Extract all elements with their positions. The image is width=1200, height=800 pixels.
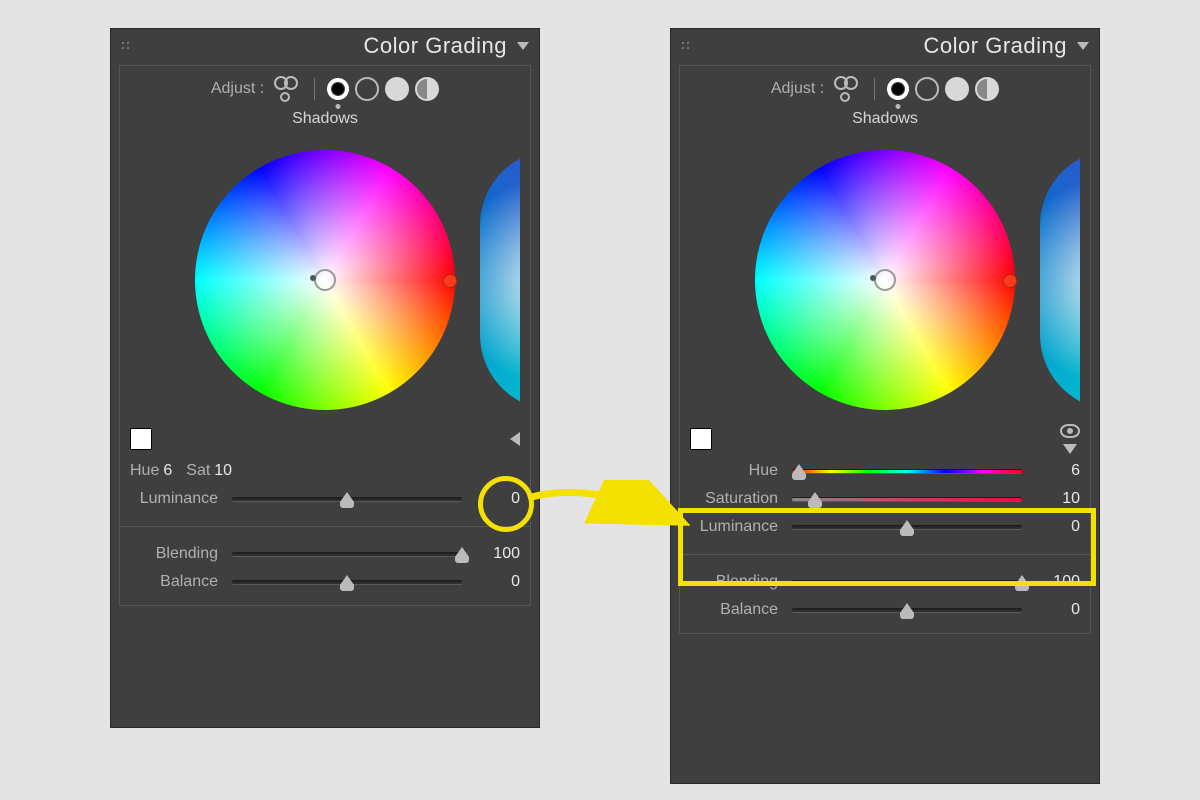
luminance-label: Luminance [130,490,218,508]
blending-label: Blending [690,573,778,591]
saturation-label: Saturation [690,490,778,508]
luminance-slider[interactable] [792,525,1022,530]
saturation-slider-row: Saturation 10 [690,490,1080,508]
luminance-value[interactable]: 0 [1036,518,1080,536]
color-grading-panel-expanded: Color Grading Adjust : Shadows [670,28,1100,784]
adjust-label: Adjust : [211,80,264,98]
tone-section-label: Shadows [130,110,520,128]
hue-slider-row: Hue 6 [690,462,1080,480]
adjust-mode-threeway-icon[interactable] [830,76,862,102]
next-wheel-peek[interactable] [1040,150,1080,410]
color-wheel[interactable] [755,150,1015,410]
tone-section-label: Shadows [690,110,1080,128]
collapse-sliders-icon[interactable] [1063,444,1077,454]
adjust-mode-shadows-icon[interactable] [327,78,349,100]
luminance-slider-row: Luminance 0 [130,490,520,508]
blending-value[interactable]: 100 [476,545,520,563]
color-wheel-area [690,140,1080,420]
adjust-mode-shadows-icon[interactable] [887,78,909,100]
adjust-mode-row: Adjust : [130,76,520,102]
hue-slider[interactable] [792,469,1022,474]
balance-slider-row: Balance 0 [130,573,520,591]
compact-sat-label: Sat [186,462,210,479]
color-wheel-area [130,140,520,420]
blending-slider[interactable] [232,552,462,557]
adjust-mode-row: Adjust : [690,76,1080,102]
balance-label: Balance [690,601,778,619]
panel-grip-icon[interactable] [121,41,131,51]
compact-sat-value[interactable]: 10 [214,462,232,479]
expand-sliders-icon[interactable] [510,432,520,446]
panel-collapse-icon[interactable] [517,42,529,50]
saturation-slider[interactable] [792,497,1022,502]
blending-slider-row: Blending 100 [130,545,520,563]
luminance-label: Luminance [690,518,778,536]
panel-title: Color Grading [364,33,507,59]
panel-collapse-icon[interactable] [1077,42,1089,50]
adjust-mode-global-icon[interactable] [975,77,999,101]
color-wheel[interactable] [195,150,455,410]
hue-label: Hue [690,462,778,480]
hue-value[interactable]: 6 [1036,462,1080,480]
adjust-mode-highlights-icon[interactable] [385,77,409,101]
panel-title: Color Grading [924,33,1067,59]
color-swatch[interactable] [130,428,152,450]
blending-slider[interactable] [792,580,1022,585]
compact-hue-value[interactable]: 6 [163,462,172,479]
adjust-mode-midtones-icon[interactable] [915,77,939,101]
balance-slider-row: Balance 0 [690,601,1080,619]
wheel-color-puck[interactable] [1003,274,1017,288]
panel-grip-icon[interactable] [681,41,691,51]
color-grading-panel-collapsed: Color Grading Adjust : Shadows [110,28,540,728]
adjust-mode-global-icon[interactable] [415,77,439,101]
adjust-mode-highlights-icon[interactable] [945,77,969,101]
panel-titlebar: Color Grading [671,29,1099,65]
blending-label: Blending [130,545,218,563]
balance-label: Balance [130,573,218,591]
wheel-color-puck[interactable] [443,274,457,288]
adjust-mode-threeway-icon[interactable] [270,76,302,102]
adjust-label: Adjust : [771,80,824,98]
blending-slider-row: Blending 100 [690,573,1080,591]
balance-value[interactable]: 0 [1036,601,1080,619]
wheel-center-marker [314,269,336,291]
luminance-slider-row: Luminance 0 [690,518,1080,536]
wheel-center-marker [874,269,896,291]
balance-slider[interactable] [232,580,462,585]
blending-value[interactable]: 100 [1036,573,1080,591]
luminance-value[interactable]: 0 [476,490,520,508]
preview-eye-icon[interactable] [1060,424,1080,438]
adjust-mode-midtones-icon[interactable] [355,77,379,101]
compact-hue-label: Hue [130,462,159,479]
luminance-slider[interactable] [232,497,462,502]
color-swatch[interactable] [690,428,712,450]
balance-value[interactable]: 0 [476,573,520,591]
balance-slider[interactable] [792,608,1022,613]
saturation-value[interactable]: 10 [1036,490,1080,508]
annotation-arrow [520,480,690,560]
next-wheel-peek[interactable] [480,150,520,410]
panel-titlebar: Color Grading [111,29,539,65]
